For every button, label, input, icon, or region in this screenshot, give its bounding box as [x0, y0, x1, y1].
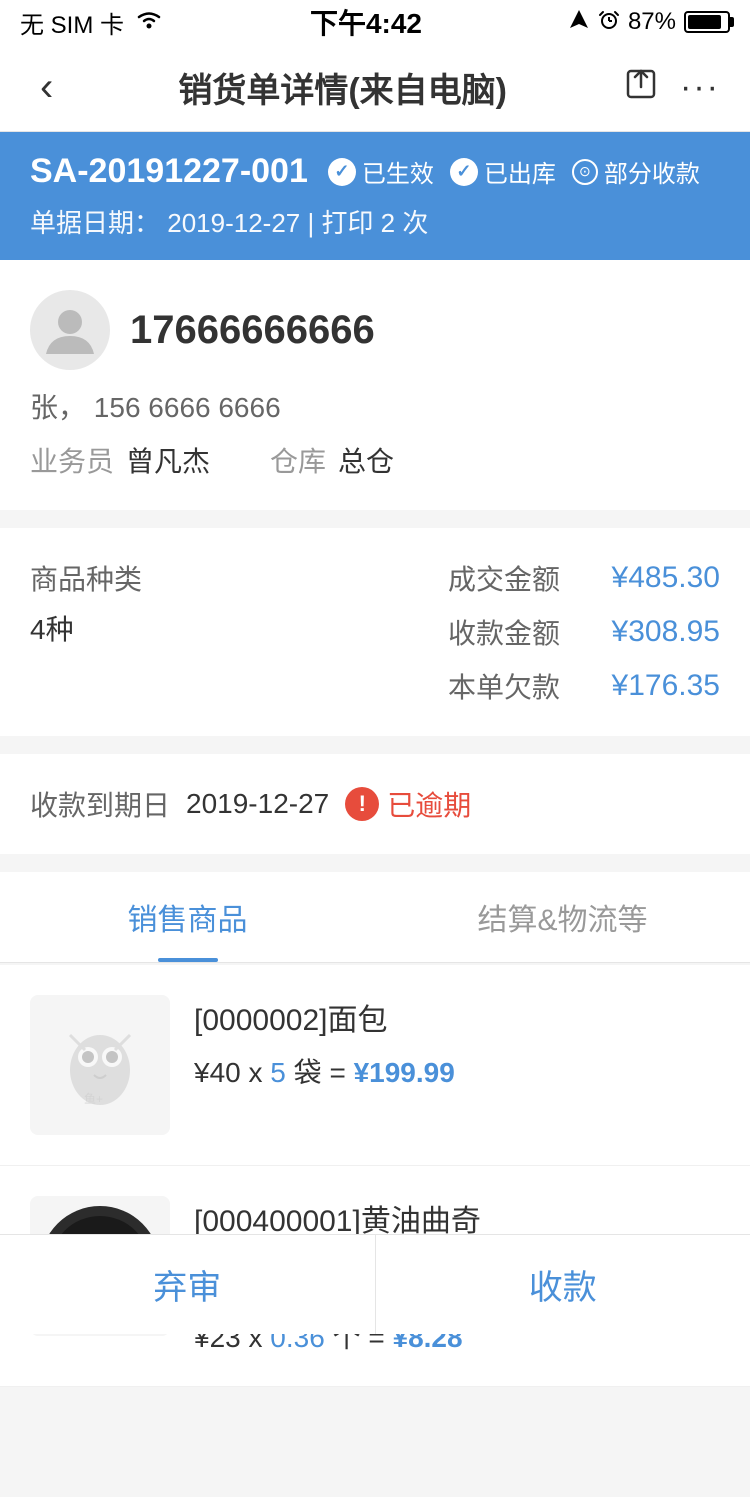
order-badges: ✓ 已生效 ✓ 已出库 ⊙ 部分收款: [328, 154, 700, 189]
nav-bar: ‹ 销货单详情(来自电脑) ···: [0, 44, 750, 132]
product-name-1: [0000002]面包: [194, 995, 720, 1039]
customer-section: 17666666666 张， 156 6666 6666 业务员 曾凡杰 仓库 …: [0, 260, 750, 510]
tab-settlement-label: 结算&物流等: [477, 895, 647, 939]
tabs-section: 销售商品 结算&物流等: [0, 872, 750, 963]
order-header: SA-20191227-001 ✓ 已生效 ✓ 已出库 ⊙ 部分收款 单据日期：…: [0, 132, 750, 260]
badge-partial: ⊙ 部分收款: [572, 154, 700, 189]
check-icon-shipped: ✓: [450, 158, 478, 186]
carrier-text: 无 SIM 卡: [20, 5, 124, 40]
due-date: 2019-12-27: [186, 788, 329, 820]
battery-text: 87%: [628, 8, 676, 36]
warehouse-label: 仓库: [270, 440, 326, 480]
date-label: 单据日期：: [30, 208, 160, 238]
alarm-icon: [598, 8, 620, 37]
deal-amount-label: 成交金额: [448, 558, 560, 598]
share-icon[interactable]: [622, 65, 660, 110]
divider-2: [0, 738, 750, 754]
back-button[interactable]: ‹: [30, 55, 63, 120]
avatar: [30, 290, 110, 370]
battery-icon: [684, 11, 730, 33]
more-icon[interactable]: ···: [680, 68, 720, 107]
debt-row: 本单欠款 ¥176.35: [448, 666, 720, 706]
check-icon-effective: ✓: [328, 158, 356, 186]
collect-button[interactable]: 收款: [376, 1235, 750, 1334]
svg-text:鱼+: 鱼+: [84, 1092, 103, 1106]
product-type-value: 4种: [30, 608, 142, 648]
order-date: 2019-12-27: [167, 208, 300, 238]
debt-value: ¥176.35: [590, 669, 720, 703]
status-bar: 无 SIM 卡 下午4:42 87%: [0, 0, 750, 44]
print-info: | 打印 2 次: [307, 208, 428, 238]
tab-underline: [158, 958, 218, 962]
badge-shipped: ✓ 已出库: [450, 154, 556, 189]
overdue-icon: !: [345, 787, 379, 821]
deal-amount-value: ¥485.30: [590, 561, 720, 595]
collected-row: 收款金额 ¥308.95: [448, 612, 720, 652]
badge-partial-label: 部分收款: [604, 154, 700, 189]
divider-1: [0, 512, 750, 528]
stats-section: 商品种类 4种 成交金额 ¥485.30 收款金额 ¥308.95 本单欠款 ¥…: [0, 528, 750, 736]
product-type-label: 商品种类: [30, 558, 142, 598]
stats-left: 商品种类 4种: [30, 558, 142, 648]
divider-3: [0, 856, 750, 872]
product-price-1: ¥40: [194, 1057, 241, 1088]
battery-fill: [688, 15, 721, 29]
tab-settlement[interactable]: 结算&物流等: [375, 872, 750, 962]
badge-effective-label: 已生效: [362, 154, 434, 189]
overdue-text: 已逾期: [387, 784, 471, 824]
location-icon: [568, 8, 590, 37]
tab-products-label: 销售商品: [128, 895, 248, 939]
badge-shipped-label: 已出库: [484, 154, 556, 189]
product-code-1: [0000002]: [194, 1004, 327, 1037]
badge-effective: ✓ 已生效: [328, 154, 434, 189]
collected-value: ¥308.95: [590, 615, 720, 649]
clock-icon: ⊙: [572, 159, 598, 185]
product-info-1: [0000002]面包 ¥40 x 5 袋 = ¥199.99: [194, 995, 720, 1091]
customer-name-text: 张，: [30, 392, 86, 423]
sales-name: 曾凡杰: [126, 440, 210, 480]
sales-label: 业务员: [30, 440, 114, 480]
tab-products[interactable]: 销售商品: [0, 872, 375, 962]
due-section: 收款到期日 2019-12-27 ! 已逾期: [0, 754, 750, 854]
debt-label: 本单欠款: [448, 666, 560, 706]
due-label: 收款到期日: [30, 784, 170, 824]
overdue-badge: ! 已逾期: [345, 784, 471, 824]
customer-contact: 156 6666 6666: [94, 392, 281, 423]
footer-bar: 弃审 收款: [0, 1234, 750, 1334]
status-bar-right: 87%: [568, 8, 730, 37]
product-image-1: 鱼+: [30, 995, 170, 1135]
deal-amount-row: 成交金额 ¥485.30: [448, 558, 720, 598]
customer-meta: 业务员 曾凡杰 仓库 总仓: [30, 440, 720, 480]
reject-button[interactable]: 弃审: [0, 1235, 376, 1334]
product-total-1: ¥199.99: [354, 1057, 455, 1088]
footer-spacer: [0, 1387, 750, 1497]
wifi-icon: [134, 8, 164, 37]
nav-actions: ···: [622, 65, 720, 110]
product-price-row-1: ¥40 x 5 袋 = ¥199.99: [194, 1051, 720, 1091]
warehouse-name: 总仓: [338, 440, 394, 480]
meta-warehouse: 仓库 总仓: [270, 440, 394, 480]
tabs-row: 销售商品 结算&物流等: [0, 872, 750, 962]
page-title: 销货单详情(来自电脑): [178, 63, 507, 112]
meta-sales: 业务员 曾凡杰: [30, 440, 210, 480]
product-qty-1: 5: [270, 1057, 286, 1088]
stats-right: 成交金额 ¥485.30 收款金额 ¥308.95 本单欠款 ¥176.35: [448, 558, 720, 706]
order-date-row: 单据日期： 2019-12-27 | 打印 2 次: [30, 203, 720, 240]
customer-phone: 17666666666: [130, 308, 375, 353]
list-item: 鱼+ [0000002]面包 ¥40 x 5 袋 = ¥199.99: [0, 965, 750, 1166]
customer-row: 17666666666: [30, 290, 720, 370]
collected-label: 收款金额: [448, 612, 560, 652]
product-title-1: 面包: [327, 1004, 387, 1037]
stats-grid: 商品种类 4种 成交金额 ¥485.30 收款金额 ¥308.95 本单欠款 ¥…: [30, 558, 720, 706]
product-unit-1: 袋: [294, 1057, 322, 1088]
status-bar-left: 无 SIM 卡: [20, 5, 164, 40]
customer-detail: 张， 156 6666 6666: [30, 386, 720, 426]
status-bar-time: 下午4:42: [310, 2, 422, 42]
order-header-row1: SA-20191227-001 ✓ 已生效 ✓ 已出库 ⊙ 部分收款: [30, 152, 720, 191]
order-id: SA-20191227-001: [30, 152, 308, 191]
